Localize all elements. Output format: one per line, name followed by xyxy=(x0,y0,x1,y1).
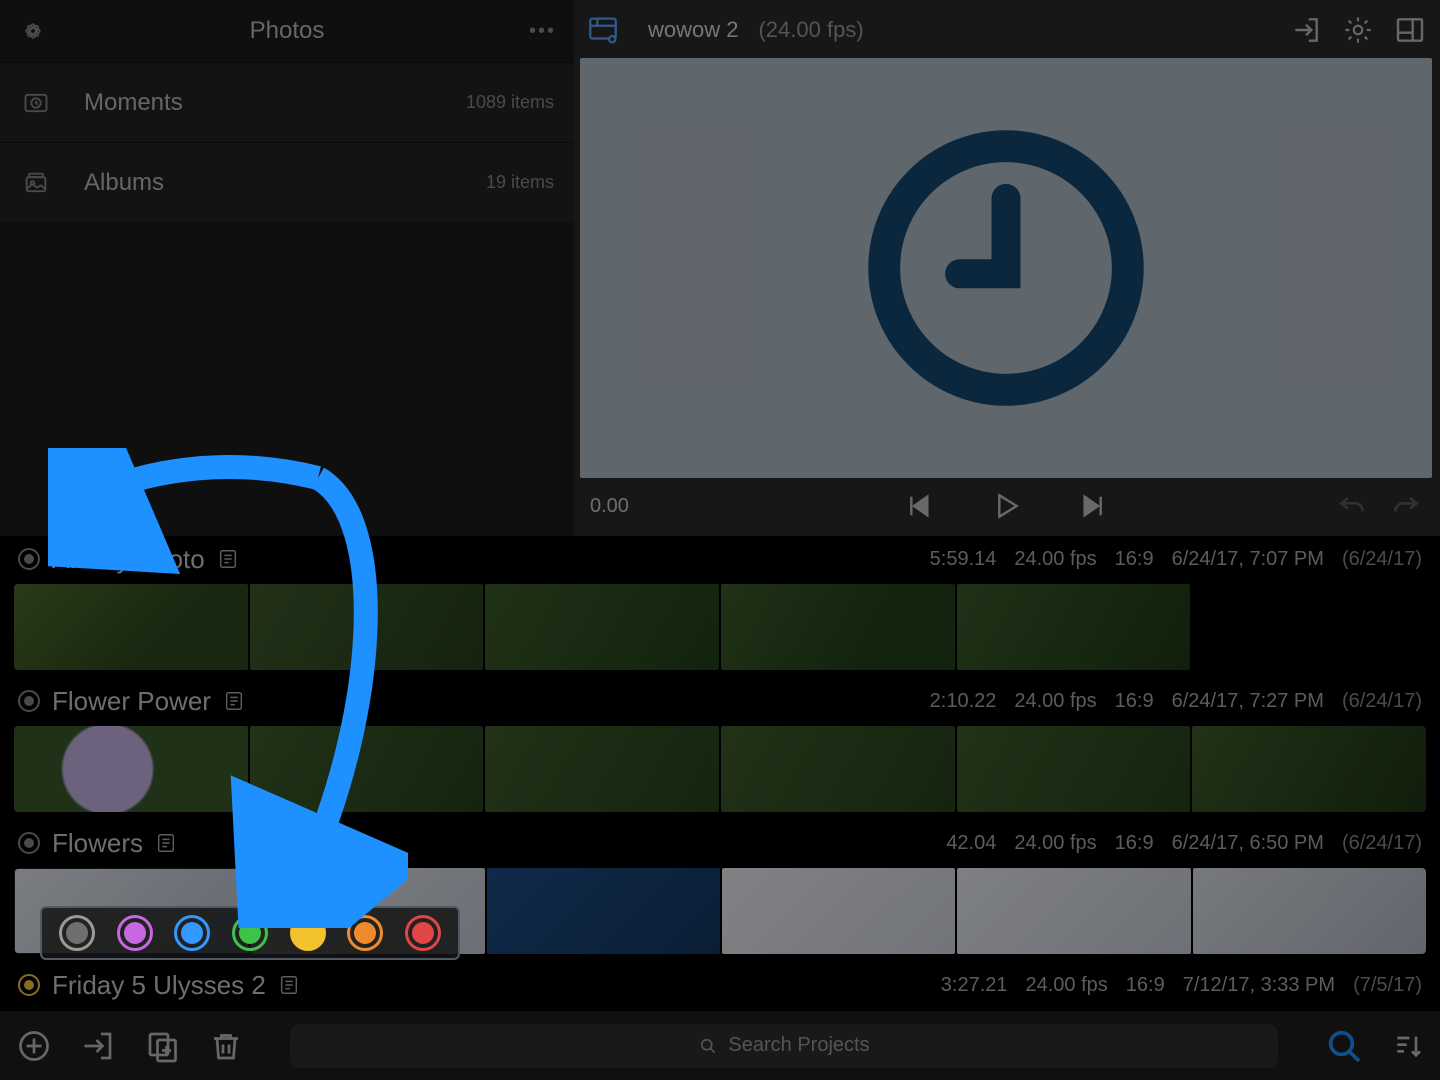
clock-icon xyxy=(22,89,58,117)
project-meta: 3:27.2124.00 fps16:97/12/17, 3:33 PM(7/5… xyxy=(941,974,1422,997)
tag-yellow[interactable] xyxy=(290,915,326,951)
preview-controls: 0.00 xyxy=(580,478,1432,534)
thumbnail[interactable] xyxy=(721,584,955,670)
thumbnail[interactable] xyxy=(250,584,484,670)
project-tag-icon[interactable] xyxy=(18,690,40,712)
thumbnail[interactable] xyxy=(485,584,719,670)
thumbnail[interactable] xyxy=(14,726,248,812)
sort-icon[interactable] xyxy=(1392,1030,1424,1062)
preview-video[interactable] xyxy=(580,58,1432,478)
photos-sidebar: Photos ••• Moments 1089 items Albums 19 … xyxy=(0,0,574,536)
export-icon[interactable] xyxy=(1290,14,1322,46)
thumbnail[interactable] xyxy=(1193,868,1426,954)
prev-frame-icon[interactable] xyxy=(902,490,934,522)
project-meta: 5:59.1424.00 fps16:96/24/17, 7:07 PM(6/2… xyxy=(930,548,1422,571)
thumbnail[interactable] xyxy=(487,868,720,954)
thumbnail[interactable] xyxy=(14,584,248,670)
thumbnail[interactable] xyxy=(1192,584,1426,670)
project-header[interactable]: Flowers 42.0424.00 fps16:96/24/17, 6:50 … xyxy=(14,820,1426,866)
bottom-toolbar: Search Projects xyxy=(0,1010,1440,1080)
tag-green[interactable] xyxy=(232,915,268,951)
search-placeholder: Search Projects xyxy=(728,1034,869,1057)
thumbnail[interactable] xyxy=(957,868,1190,954)
thumbnail[interactable] xyxy=(250,726,484,812)
preview-header: wowow 2 (24.00 fps) xyxy=(580,6,1432,54)
project-name: Affinity Photo xyxy=(52,544,205,575)
thumbnail[interactable] xyxy=(1192,726,1426,812)
preview-project-name: wowow 2 xyxy=(648,17,738,43)
search-input[interactable]: Search Projects xyxy=(290,1024,1278,1068)
project-header[interactable]: Friday 5 Ulysses 2 3:27.2124.00 fps16:97… xyxy=(14,962,1426,1006)
project-header[interactable]: Affinity Photo 5:59.1424.00 fps16:96/24/… xyxy=(14,536,1426,582)
trash-icon[interactable] xyxy=(208,1028,244,1064)
thumbnail-strip[interactable] xyxy=(14,726,1426,812)
project-tag-icon[interactable] xyxy=(18,974,40,996)
tag-purple[interactable] xyxy=(117,915,153,951)
sidebar-item-albums[interactable]: Albums 19 items xyxy=(0,142,574,222)
note-icon[interactable] xyxy=(217,548,239,570)
sidebar-item-count: 19 items xyxy=(486,172,554,193)
note-icon[interactable] xyxy=(223,690,245,712)
thumbnail[interactable] xyxy=(721,726,955,812)
project-meta: 2:10.2224.00 fps16:96/24/17, 7:27 PM(6/2… xyxy=(930,690,1422,713)
undo-icon[interactable] xyxy=(1336,490,1368,522)
clock-icon xyxy=(861,123,1151,413)
filter-search-icon[interactable] xyxy=(1324,1026,1364,1066)
project-tag-icon[interactable] xyxy=(18,832,40,854)
project-header[interactable]: Flower Power 2:10.2224.00 fps16:96/24/17… xyxy=(14,678,1426,724)
sidebar-item-count: 1089 items xyxy=(466,92,554,113)
layout-icon[interactable] xyxy=(1394,14,1426,46)
albums-icon xyxy=(22,169,58,197)
play-icon[interactable] xyxy=(990,490,1022,522)
thumbnail[interactable] xyxy=(957,726,1191,812)
search-icon xyxy=(698,1036,718,1056)
preview-time: 0.00 xyxy=(590,495,629,518)
thumbnail[interactable] xyxy=(485,726,719,812)
next-frame-icon[interactable] xyxy=(1078,490,1110,522)
sidebar-header: Photos ••• xyxy=(0,0,574,62)
project-tag-icon[interactable] xyxy=(18,548,40,570)
import-icon[interactable] xyxy=(80,1028,116,1064)
project-name: Friday 5 Ulysses 2 xyxy=(52,970,266,1001)
photos-app-icon xyxy=(18,16,48,46)
thumbnail[interactable] xyxy=(957,584,1191,670)
sidebar-title: Photos xyxy=(48,17,526,45)
sidebar-item-label: Albums xyxy=(84,169,486,197)
sidebar-item-label: Moments xyxy=(84,89,466,117)
preview-fps: (24.00 fps) xyxy=(758,17,863,43)
project-name: Flowers xyxy=(52,828,143,859)
note-icon[interactable] xyxy=(155,832,177,854)
add-project-icon[interactable] xyxy=(16,1028,52,1064)
tag-blue[interactable] xyxy=(174,915,210,951)
tag-orange[interactable] xyxy=(347,915,383,951)
redo-icon[interactable] xyxy=(1390,490,1422,522)
color-tag-popover xyxy=(40,906,460,960)
tag-red[interactable] xyxy=(405,915,441,951)
project-meta: 42.0424.00 fps16:96/24/17, 6:50 PM(6/24/… xyxy=(946,832,1422,855)
preview-pane: wowow 2 (24.00 fps) 0.00 xyxy=(574,0,1440,536)
more-icon[interactable]: ••• xyxy=(526,20,556,43)
tag-gray[interactable] xyxy=(59,915,95,951)
thumbnail-strip[interactable] xyxy=(14,584,1426,670)
note-icon[interactable] xyxy=(278,974,300,996)
thumbnail[interactable] xyxy=(722,868,955,954)
duplicate-icon[interactable] xyxy=(144,1028,180,1064)
project-name: Flower Power xyxy=(52,686,211,717)
sidebar-item-moments[interactable]: Moments 1089 items xyxy=(0,62,574,142)
gear-icon[interactable] xyxy=(1342,14,1374,46)
project-icon xyxy=(586,13,620,47)
